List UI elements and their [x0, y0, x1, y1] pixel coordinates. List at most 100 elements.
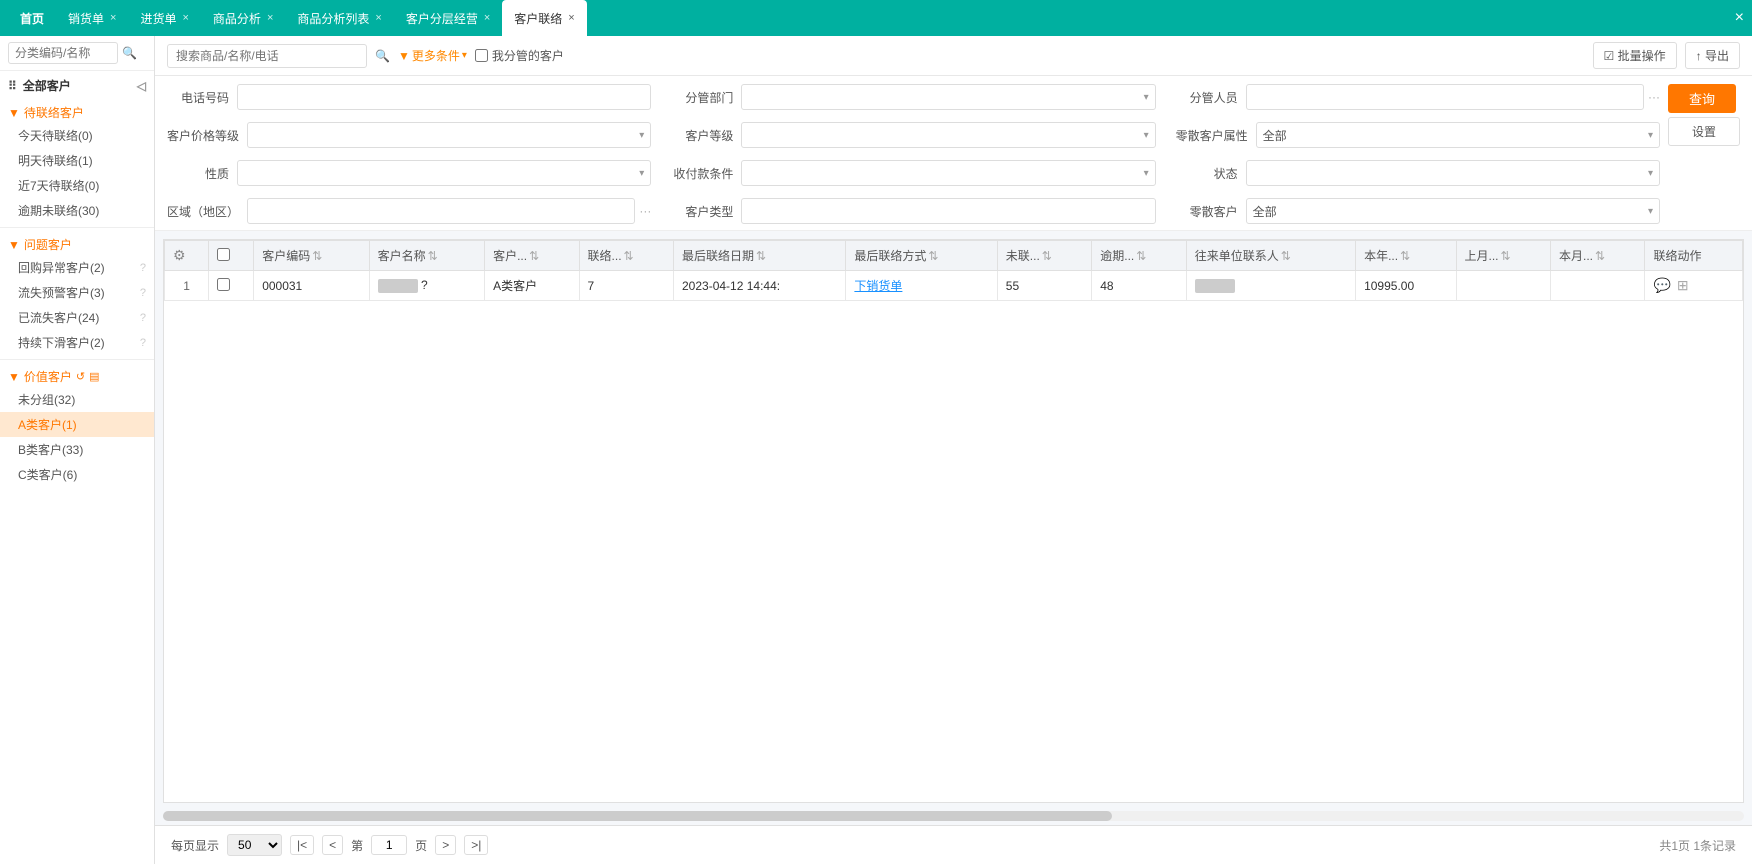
select-all-checkbox[interactable]: [217, 248, 230, 261]
sidebar-collapse-icon[interactable]: ◁: [137, 79, 146, 93]
dept-select[interactable]: ▾: [741, 84, 1155, 110]
my-customers-checkbox[interactable]: [475, 49, 488, 62]
th-no-contact[interactable]: 未联... ⇅: [997, 241, 1091, 271]
customer-grade-select[interactable]: ▾: [741, 122, 1155, 148]
nav-tab-home[interactable]: 首页: [8, 0, 56, 36]
next-page-button[interactable]: >: [435, 835, 456, 855]
th-type-label: 客户...: [493, 247, 527, 264]
query-button[interactable]: 查询: [1668, 84, 1736, 113]
churn-warning-label: 流失预警客户(3): [18, 284, 105, 301]
data-table: ⚙ 客户编码 ⇅ 客户名称: [164, 240, 1743, 301]
region-input[interactable]: [247, 198, 635, 224]
value-add-icon[interactable]: ▤: [89, 370, 99, 383]
sidebar-search-icon[interactable]: 🔍: [122, 46, 137, 60]
batch-ops-button[interactable]: ☑ 批量操作: [1593, 42, 1677, 69]
row-current-month: [1550, 271, 1644, 301]
scrollbar-thumb[interactable]: [163, 811, 1112, 821]
manager-dots-icon[interactable]: ···: [1648, 90, 1660, 104]
nature-select[interactable]: ▾: [237, 160, 651, 186]
nav-analysis-close[interactable]: ×: [267, 12, 273, 24]
th-code[interactable]: 客户编码 ⇅: [254, 241, 369, 271]
first-page-button[interactable]: |<: [290, 835, 314, 855]
th-type[interactable]: 客户... ⇅: [485, 241, 579, 271]
sidebar-item-repurchase-abnormal[interactable]: 回购异常客户(2) ?: [0, 255, 154, 280]
status-select[interactable]: ▾: [1246, 160, 1660, 186]
retail-customer-select[interactable]: 全部 ▾: [1246, 198, 1660, 224]
search-input[interactable]: [167, 44, 367, 68]
th-current-month[interactable]: 本月... ⇅: [1550, 241, 1644, 271]
sidebar-item-today[interactable]: 今天待联络(0): [0, 123, 154, 148]
sidebar-item-overdue[interactable]: 逾期未联络(30): [0, 198, 154, 223]
sidebar-group-problem[interactable]: ▼ 问题客户: [0, 232, 154, 255]
status-arrow-icon: ▾: [1648, 168, 1653, 179]
table-settings-gear-icon[interactable]: ⚙: [173, 247, 186, 263]
sidebar-item-tomorrow[interactable]: 明天待联络(1): [0, 148, 154, 173]
sidebar-search-input[interactable]: [8, 42, 118, 64]
retail-customer-label: 零散客户: [1176, 203, 1246, 220]
sidebar-item-unclassified[interactable]: 未分组(32): [0, 387, 154, 412]
prev-page-button[interactable]: <: [322, 835, 343, 855]
th-current-month-label: 本月...: [1559, 247, 1593, 264]
sidebar-item-class-a[interactable]: A类客户(1): [0, 412, 154, 437]
horizontal-scrollbar[interactable]: [163, 811, 1744, 821]
sidebar-group-pending[interactable]: ▼ 待联络客户: [0, 100, 154, 123]
sidebar-item-class-b[interactable]: B类客户(33): [0, 437, 154, 462]
sidebar-item-churned[interactable]: 已流失客户(24) ?: [0, 305, 154, 330]
nav-tab-purchase[interactable]: 进货单 ×: [128, 0, 200, 36]
nav-tab-customer-contact[interactable]: 客户联络 ×: [502, 0, 586, 36]
th-name[interactable]: 客户名称 ⇅: [369, 241, 484, 271]
nav-sales-label: 销货单: [68, 10, 104, 27]
th-last-method[interactable]: 最后联络方式 ⇅: [846, 241, 997, 271]
th-overdue[interactable]: 逾期... ⇅: [1092, 241, 1186, 271]
nav-tab-analysis[interactable]: 商品分析 ×: [201, 0, 285, 36]
nav-analysis-list-close[interactable]: ×: [375, 12, 381, 24]
qr-action-icon[interactable]: ⊞: [1677, 277, 1689, 294]
th-year-amount[interactable]: 本年... ⇅: [1356, 241, 1456, 271]
th-contact-person[interactable]: 往来单位联系人 ⇅: [1186, 241, 1355, 271]
search-icon[interactable]: 🔍: [375, 49, 390, 63]
th-contact-count[interactable]: 联络... ⇅: [579, 241, 673, 271]
last-page-button[interactable]: >|: [464, 835, 488, 855]
filter-row-2: 客户价格等级 ▾ 客户等级 ▾: [167, 122, 1660, 148]
region-dots-icon[interactable]: ···: [639, 204, 651, 218]
sidebar-item-declining[interactable]: 持续下滑客户(2) ?: [0, 330, 154, 355]
value-refresh-icon[interactable]: ↺: [76, 370, 85, 383]
retail-attr-select[interactable]: 全部 ▾: [1256, 122, 1660, 148]
last-method-link[interactable]: 下销货单: [854, 279, 902, 293]
nav-tab-sales[interactable]: 销货单 ×: [56, 0, 128, 36]
7days-label: 近7天待联络(0): [18, 177, 99, 194]
manager-input[interactable]: [1246, 84, 1644, 110]
sidebar-item-churn-warning[interactable]: 流失预警客户(3) ?: [0, 280, 154, 305]
th-last-month[interactable]: 上月... ⇅: [1456, 241, 1550, 271]
per-page-select[interactable]: 50 100 200: [227, 834, 282, 856]
nav-tab-customer-segment[interactable]: 客户分层经营 ×: [394, 0, 502, 36]
row-checkbox[interactable]: [217, 278, 230, 291]
more-filters-button[interactable]: ▼ 更多条件 ▾: [398, 47, 467, 64]
window-close-button[interactable]: ×: [1735, 9, 1744, 27]
chat-action-icon[interactable]: 💬: [1653, 277, 1670, 294]
customer-type-input[interactable]: [741, 198, 1155, 224]
settings-button[interactable]: 设置: [1668, 117, 1740, 146]
sidebar-all-customers[interactable]: 全部客户: [23, 77, 71, 94]
th-last-method-label: 最后联络方式: [854, 247, 926, 264]
page-number-input[interactable]: [371, 835, 407, 855]
payment-select[interactable]: ▾: [741, 160, 1155, 186]
filter-cell-payment: 收付款条件 ▾: [671, 160, 1155, 186]
nav-purchase-close[interactable]: ×: [182, 12, 188, 24]
filter-icon: ▼: [398, 49, 410, 63]
nature-arrow-icon: ▾: [639, 168, 644, 179]
export-button[interactable]: ↑ 导出: [1685, 42, 1740, 69]
th-name-label: 客户名称: [378, 247, 426, 264]
phone-input[interactable]: [237, 84, 651, 110]
nav-tab-analysis-list[interactable]: 商品分析列表 ×: [285, 0, 393, 36]
filter-cell-manager: 分管人员 ···: [1176, 84, 1660, 110]
nav-sales-close[interactable]: ×: [110, 12, 116, 24]
sidebar-group-value[interactable]: ▼ 价值客户 ↺ ▤: [0, 364, 154, 387]
sidebar-item-7days[interactable]: 近7天待联络(0): [0, 173, 154, 198]
th-last-date[interactable]: 最后联络日期 ⇅: [674, 241, 846, 271]
price-grade-select[interactable]: ▾: [247, 122, 651, 148]
sidebar-item-class-c[interactable]: C类客户(6): [0, 462, 154, 487]
nav-segment-close[interactable]: ×: [484, 12, 490, 24]
nav-contact-close[interactable]: ×: [568, 12, 574, 24]
sidebar-search-container: 🔍: [0, 36, 154, 71]
